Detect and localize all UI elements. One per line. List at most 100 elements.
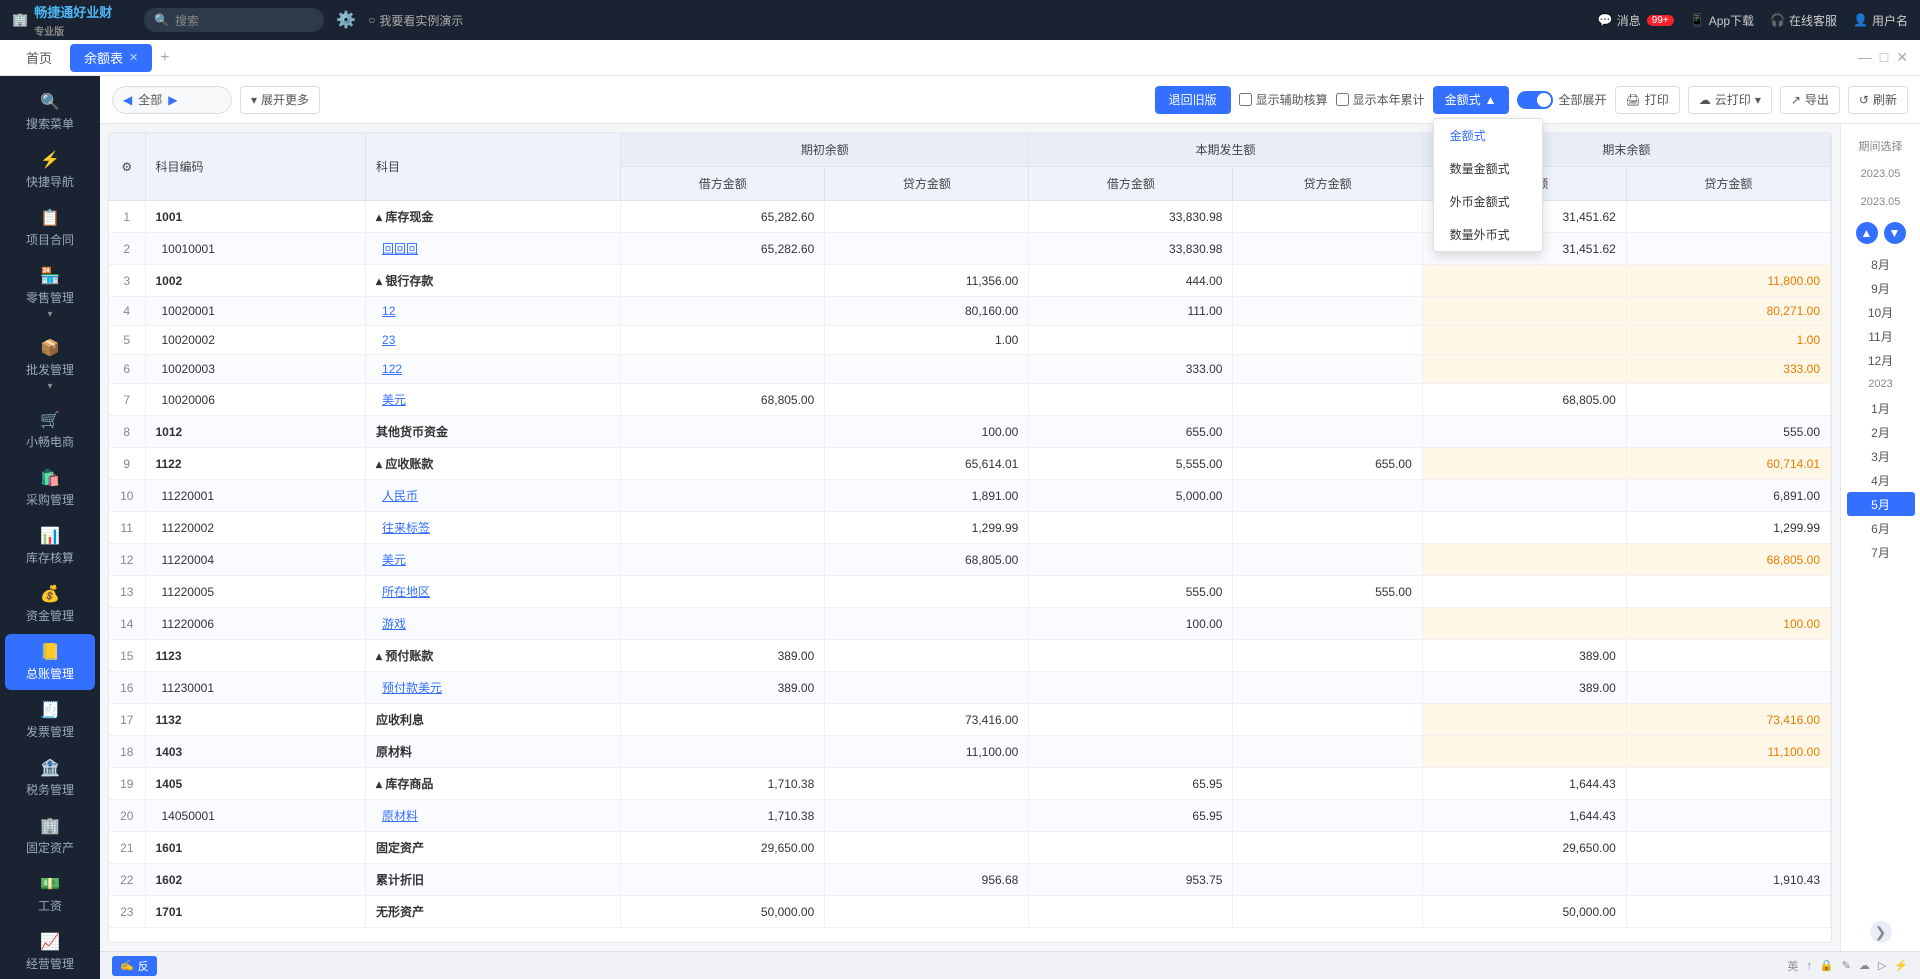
status-feedback-btn[interactable]: ✍ 反 <box>112 956 157 976</box>
edit-icon[interactable]: ✎ <box>1842 959 1851 972</box>
sidebar-item-search[interactable]: 🔍 搜索菜单 <box>5 84 95 140</box>
row-subject[interactable]: 回回回 <box>366 233 621 265</box>
period-month-item[interactable]: 4月 <box>1847 468 1915 492</box>
sync-icon[interactable]: ▷ <box>1878 959 1886 972</box>
period-month-item[interactable]: 10月 <box>1847 300 1915 324</box>
row-subject[interactable]: 人民币 <box>366 480 621 512</box>
tab-close-icon[interactable]: ✕ <box>129 51 138 64</box>
mode-dropdown-btn[interactable]: 金额式 ▲ <box>1433 86 1509 114</box>
subject-search[interactable]: ◀ 全部 ▶ <box>112 86 232 114</box>
tab-home[interactable]: 首页 <box>12 44 66 72</box>
sidebar-item-operation[interactable]: 📈 经营管理 <box>5 924 95 979</box>
row-subject[interactable]: 往来标签 <box>366 512 621 544</box>
mode-qty-amount[interactable]: 数量金额式 <box>1434 152 1542 185</box>
return-old-btn[interactable]: 退回旧版 <box>1155 86 1231 114</box>
msg-btn[interactable]: 💬 消息 99+ <box>1598 12 1674 29</box>
period-month-item[interactable]: 12月 <box>1847 348 1915 372</box>
row-debit-curr <box>1029 672 1233 704</box>
show-annual-check[interactable]: 显示本年累计 <box>1336 91 1425 108</box>
row-subject[interactable]: 原材料 <box>366 800 621 832</box>
row-subject[interactable]: 游戏 <box>366 608 621 640</box>
period-month-item[interactable]: 6月 <box>1847 516 1915 540</box>
period-month-item[interactable]: 1月 <box>1847 396 1915 420</box>
mode-amount[interactable]: 金额式 <box>1434 119 1542 152</box>
sidebar-item-quicknav[interactable]: ⚡ 快捷导航 <box>5 142 95 198</box>
panel-collapse-btn[interactable]: ❯ <box>1870 921 1892 943</box>
row-subject[interactable]: 美元 <box>366 544 621 576</box>
row-no: 7 <box>109 384 145 416</box>
settings-icon-top[interactable]: ⚙️ <box>336 10 356 30</box>
print-btn[interactable]: 🖨 打印 <box>1615 86 1680 114</box>
row-no: 4 <box>109 297 145 326</box>
show-auxiliary-check[interactable]: 显示辅助核算 <box>1239 91 1328 108</box>
sidebar-item-ecommerce[interactable]: 🛒 小畅电商 <box>5 402 95 458</box>
period-month-item[interactable]: 7月 <box>1847 540 1915 564</box>
sidebar-item-project[interactable]: 📋 项目合同 <box>5 200 95 256</box>
sidebar-item-wholesale[interactable]: 📦 批发管理 ▾ <box>5 330 95 400</box>
row-subject[interactable]: 美元 <box>366 384 621 416</box>
col-settings-header[interactable]: ⚙ <box>109 133 145 201</box>
mode-foreign-amount[interactable]: 外币金额式 <box>1434 185 1542 218</box>
period-month-item[interactable]: 5月 <box>1847 492 1915 516</box>
period-month-item[interactable]: 3月 <box>1847 444 1915 468</box>
app-download-btn[interactable]: 📱 App下载 <box>1690 12 1754 29</box>
sidebar-item-purchase[interactable]: 🛍️ 采购管理 <box>5 460 95 516</box>
row-credit-curr <box>1233 768 1422 800</box>
subject-link[interactable]: 原材料 <box>382 809 418 823</box>
toggle-switch-control[interactable] <box>1517 91 1553 109</box>
sidebar-item-inventory[interactable]: 📊 库存核算 <box>5 518 95 574</box>
row-subject[interactable]: 23 <box>366 326 621 355</box>
period-month-item[interactable]: 2月 <box>1847 420 1915 444</box>
expand-all-toggle[interactable]: 全部展开 <box>1517 91 1607 109</box>
subject-link[interactable]: 23 <box>382 333 395 347</box>
cloud-print-btn[interactable]: ☁ 云打印 ▾ <box>1688 86 1772 114</box>
export-btn[interactable]: ↗ 导出 <box>1780 86 1840 114</box>
right-arrow-icon[interactable]: ▶ <box>168 93 177 107</box>
subject-link[interactable]: 122 <box>382 362 402 376</box>
subject-link[interactable]: 美元 <box>382 553 406 567</box>
sidebar-label-purchase: 采购管理 <box>26 491 74 508</box>
sidebar-item-capital[interactable]: 💰 资金管理 <box>5 576 95 632</box>
auxiliary-checkbox[interactable] <box>1239 93 1252 106</box>
expand-more-btn[interactable]: ▾ 展开更多 <box>240 86 320 114</box>
lang-switch[interactable]: 英 <box>1787 958 1798 974</box>
subject-link[interactable]: 往来标签 <box>382 521 430 535</box>
subject-link[interactable]: 回回回 <box>382 242 418 256</box>
sidebar-item-invoice[interactable]: 🧾 发票管理 <box>5 692 95 748</box>
row-subject[interactable]: 12 <box>366 297 621 326</box>
row-debit-open <box>621 544 825 576</box>
row-subject[interactable]: 122 <box>366 355 621 384</box>
row-code: 11230001 <box>145 672 366 704</box>
period-month-item[interactable]: 8月 <box>1847 252 1915 276</box>
refresh-btn[interactable]: ↺ 刷新 <box>1848 86 1908 114</box>
annual-checkbox[interactable] <box>1336 93 1349 106</box>
period-month-item[interactable]: 2023 <box>1847 372 1915 396</box>
bolt-icon: ⚡ <box>1894 959 1908 972</box>
window-maximize-icon[interactable]: □ <box>1880 49 1888 66</box>
sidebar-item-retail[interactable]: 🏪 零售管理 ▾ <box>5 258 95 328</box>
demo-link[interactable]: ○ 我要看实例演示 <box>368 12 463 29</box>
row-subject[interactable]: 预付款美元 <box>366 672 621 704</box>
subject-link[interactable]: 人民币 <box>382 489 418 503</box>
period-month-item[interactable]: 11月 <box>1847 324 1915 348</box>
user-avatar[interactable]: 👤 用户名 <box>1853 12 1908 29</box>
sidebar-item-tax[interactable]: 🏦 税务管理 <box>5 750 95 806</box>
sidebar-item-assets[interactable]: 🏢 固定资产 <box>5 808 95 864</box>
window-close-icon[interactable]: ✕ <box>1896 49 1908 66</box>
subject-link[interactable]: 预付款美元 <box>382 681 442 695</box>
subject-link[interactable]: 12 <box>382 304 395 318</box>
window-minimize-icon[interactable]: — <box>1858 49 1872 66</box>
top-search[interactable]: 🔍 搜索 <box>144 8 324 32</box>
subject-link[interactable]: 美元 <box>382 393 406 407</box>
mode-qty-foreign[interactable]: 数量外币式 <box>1434 218 1542 251</box>
period-up-btn[interactable]: ▲ <box>1856 222 1878 244</box>
period-down-btn[interactable]: ▼ <box>1884 222 1906 244</box>
row-subject[interactable]: 所在地区 <box>366 576 621 608</box>
online-service-btn[interactable]: 🎧 在线客服 <box>1770 12 1837 29</box>
tab-balance[interactable]: 余额表 ✕ <box>70 44 152 72</box>
sidebar-item-accounting[interactable]: 📒 总账管理 <box>5 634 95 690</box>
subject-link[interactable]: 所在地区 <box>382 585 430 599</box>
period-month-item[interactable]: 9月 <box>1847 276 1915 300</box>
sidebar-item-salary[interactable]: 💵 工资 <box>5 866 95 922</box>
subject-link[interactable]: 游戏 <box>382 617 406 631</box>
